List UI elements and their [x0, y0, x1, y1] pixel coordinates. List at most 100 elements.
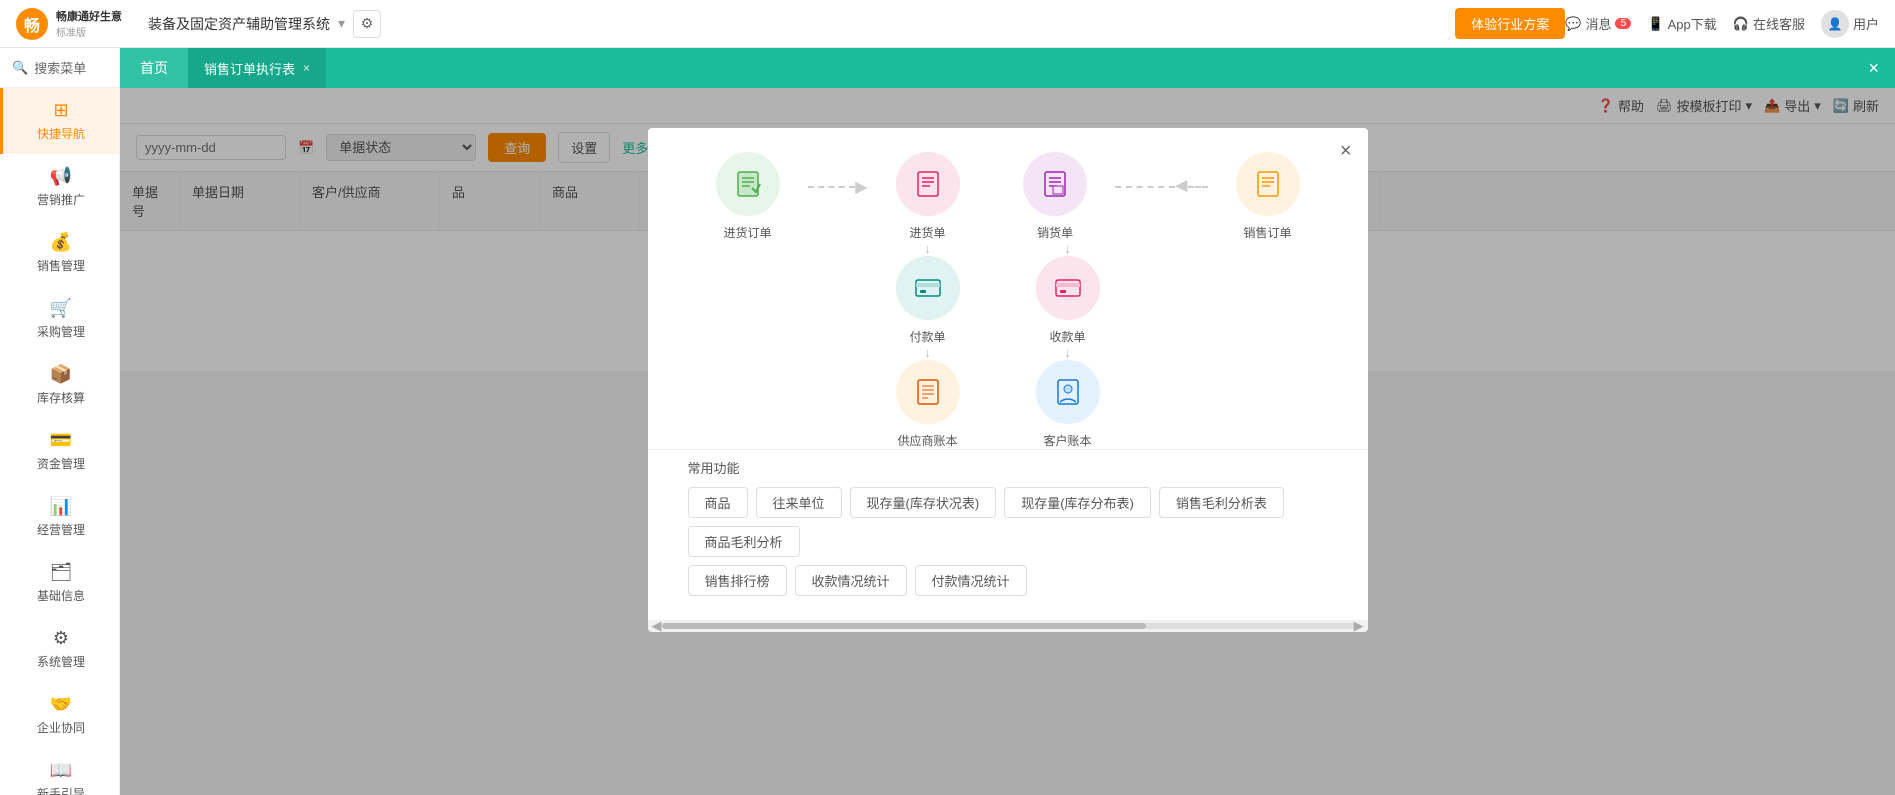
sales-bill-icon — [1023, 152, 1087, 216]
search-icon: 🔍 — [12, 60, 28, 76]
arrow-down-payment: ↓ — [868, 345, 988, 360]
avatar: 👤 — [1821, 10, 1849, 38]
sidebar-search[interactable]: 🔍 搜索菜单 — [0, 48, 119, 88]
func-btn-goods-margin[interactable]: 商品毛利分析 — [688, 526, 800, 557]
flow-node-purchase-order[interactable]: 进货订单 — [688, 152, 808, 241]
flow-row-2: 付款单 收款单 — [648, 256, 1368, 345]
flow-row-3: 供应商账本 客户账本 — [648, 360, 1368, 449]
marketing-icon: 📢 — [50, 166, 72, 187]
receipt-label: 收款单 — [1049, 328, 1085, 345]
customer-ledger-icon — [1036, 360, 1100, 424]
purchase-bill-icon — [896, 152, 960, 216]
operations-icon: 📊 — [50, 496, 72, 517]
func-buttons-row1: 商品 往来单位 现存量(库存状况表) 现存量(库存分布表) 销售毛利分析表 商品… — [688, 487, 1328, 557]
guide-icon: 📖 — [50, 760, 72, 781]
flow-node-purchase-bill[interactable]: 进货单 — [868, 152, 988, 241]
sales-bill-label: 销货单 — [1037, 224, 1073, 241]
sidebar-item-purchase[interactable]: 🛒 采购管理 — [0, 286, 119, 352]
sales-order-icon — [1236, 152, 1300, 216]
sidebar-item-system[interactable]: ⚙ 系统管理 — [0, 616, 119, 682]
sidebar-item-inventory[interactable]: 📦 库存核算 — [0, 352, 119, 418]
purchase-order-label: 进货订单 — [723, 224, 771, 241]
modal-scrollbar[interactable]: ◀ ▶ — [648, 620, 1368, 632]
func-btn-sales-margin[interactable]: 销售毛利分析表 — [1159, 487, 1284, 518]
scroll-left-icon[interactable]: ◀ — [652, 618, 662, 632]
down-arrows-row: ↓ ↓ — [648, 241, 1368, 256]
app-download-item[interactable]: 📱 App下载 — [1647, 14, 1716, 33]
logo-text: 畅康通好生意 标准版 — [56, 8, 122, 39]
quick-nav-icon: ⊞ — [53, 100, 68, 121]
message-item[interactable]: 💬 消息 5 — [1565, 14, 1631, 33]
sidebar-item-operations[interactable]: 📊 经营管理 — [0, 484, 119, 550]
main-layout: 🔍 搜索菜单 ⊞ 快捷导航 📢 营销推广 💰 销售管理 🛒 采购管理 📦 库存核… — [0, 48, 1895, 795]
common-funcs: 常用功能 商品 往来单位 现存量(库存状况表) 现存量(库存分布表) 销售毛利分… — [648, 449, 1368, 620]
service-icon: 🎧 — [1733, 16, 1749, 32]
modal-dialog: × — [648, 128, 1368, 632]
payment-label: 付款单 — [909, 328, 945, 345]
arrow-1: ▶ — [808, 177, 868, 197]
supplier-ledger-label: 供应商账本 — [897, 432, 957, 449]
flow-node-customer-ledger[interactable]: 客户账本 — [1008, 360, 1128, 449]
arrow-down-receipt: ↓ — [1008, 345, 1128, 360]
flow-node-supplier-ledger[interactable]: 供应商账本 — [868, 360, 988, 449]
purchase-order-icon — [716, 152, 780, 216]
sidebar-item-enterprise[interactable]: 🤝 企业协同 — [0, 682, 119, 748]
dropdown-arrow-icon[interactable]: ▾ — [338, 15, 345, 32]
common-funcs-title: 常用功能 — [688, 458, 1328, 477]
func-btn-stock-dist[interactable]: 现存量(库存分布表) — [1004, 487, 1151, 518]
down-arrows-row2: ↓ ↓ — [648, 345, 1368, 360]
sidebar-item-quick-nav[interactable]: ⊞ 快捷导航 — [0, 88, 119, 154]
purchase-bill-label: 进货单 — [909, 224, 945, 241]
tab-close-icon[interactable]: × — [303, 61, 310, 75]
tab-sales-order[interactable]: 销售订单执行表 × — [188, 48, 326, 88]
func-btn-payment-stats[interactable]: 付款情况统计 — [915, 565, 1027, 596]
sales-order-label: 销售订单 — [1243, 224, 1291, 241]
sidebar-item-finance[interactable]: 💳 资金管理 — [0, 418, 119, 484]
user-item[interactable]: 👤 用户 — [1821, 10, 1879, 38]
sidebar-item-guide[interactable]: 📖 新手引导 — [0, 748, 119, 795]
sidebar-item-sales[interactable]: 💰 销售管理 — [0, 220, 119, 286]
func-btn-sales-rank[interactable]: 销售排行榜 — [688, 565, 787, 596]
message-icon: 💬 — [1565, 16, 1581, 32]
modal-overlay: × — [120, 88, 1895, 795]
top-header: 畅 畅康通好生意 标准版 装备及固定资产辅助管理系统 ▾ ⚙ 体验行业方案 💬 … — [0, 0, 1895, 48]
func-btn-receipt-stats[interactable]: 收款情况统计 — [795, 565, 907, 596]
sidebar-item-marketing[interactable]: 📢 营销推广 — [0, 154, 119, 220]
modal-close-button[interactable]: × — [1340, 140, 1352, 163]
arrow-down-purchase: ↓ — [868, 241, 988, 256]
flow-node-receipt[interactable]: 收款单 — [1008, 256, 1128, 345]
scroll-right-icon[interactable]: ▶ — [1354, 618, 1364, 632]
tab-bar-close[interactable]: × — [1852, 58, 1895, 79]
arrow-2 — [1115, 186, 1175, 188]
func-buttons-row2: 销售排行榜 收款情况统计 付款情况统计 — [688, 565, 1328, 596]
flow-node-sales-order[interactable]: 销售订单 — [1208, 152, 1328, 241]
trial-button[interactable]: 体验行业方案 — [1455, 8, 1565, 39]
logo-icon: 畅 — [16, 8, 48, 40]
supplier-ledger-icon — [896, 360, 960, 424]
flow-node-payment[interactable]: 付款单 — [868, 256, 988, 345]
system-icon: ⚙ — [53, 628, 69, 649]
header-right: 💬 消息 5 📱 App下载 🎧 在线客服 👤 用户 — [1565, 10, 1879, 38]
settings-icon[interactable]: ⚙ — [353, 10, 381, 38]
flow-node-sales-bill[interactable]: 销货单 — [995, 152, 1115, 241]
sidebar-item-base-info[interactable]: 🗂 基础信息 — [0, 550, 119, 616]
sidebar: 🔍 搜索菜单 ⊞ 快捷导航 📢 营销推广 💰 销售管理 🛒 采购管理 📦 库存核… — [0, 48, 120, 795]
download-icon: 📱 — [1647, 16, 1663, 32]
online-service-item[interactable]: 🎧 在线客服 — [1733, 14, 1805, 33]
arrow-2b: ▶ — [1175, 177, 1207, 197]
system-title: 装备及固定资产辅助管理系统 ▾ ⚙ — [136, 10, 1455, 38]
func-btn-partner[interactable]: 往来单位 — [756, 487, 842, 518]
tab-home[interactable]: 首页 — [120, 48, 188, 88]
logo-area: 畅 畅康通好生意 标准版 — [16, 8, 136, 40]
func-btn-goods[interactable]: 商品 — [688, 487, 748, 518]
payment-icon — [896, 256, 960, 320]
sales-icon: 💰 — [50, 232, 72, 253]
base-info-icon: 🗂 — [50, 562, 73, 583]
scrollbar-track[interactable] — [662, 623, 1354, 629]
scrollbar-thumb[interactable] — [662, 623, 1146, 629]
window-close-icon[interactable]: × — [1868, 58, 1879, 79]
func-btn-stock-status[interactable]: 现存量(库存状况表) — [850, 487, 997, 518]
content-area: ❓ 帮助 🖨 按模板打印 ▾ 📤 导出 ▾ 🔄 — [120, 88, 1895, 795]
customer-ledger-label: 客户账本 — [1043, 432, 1091, 449]
arrow-down-sales: ↓ — [1008, 241, 1128, 256]
